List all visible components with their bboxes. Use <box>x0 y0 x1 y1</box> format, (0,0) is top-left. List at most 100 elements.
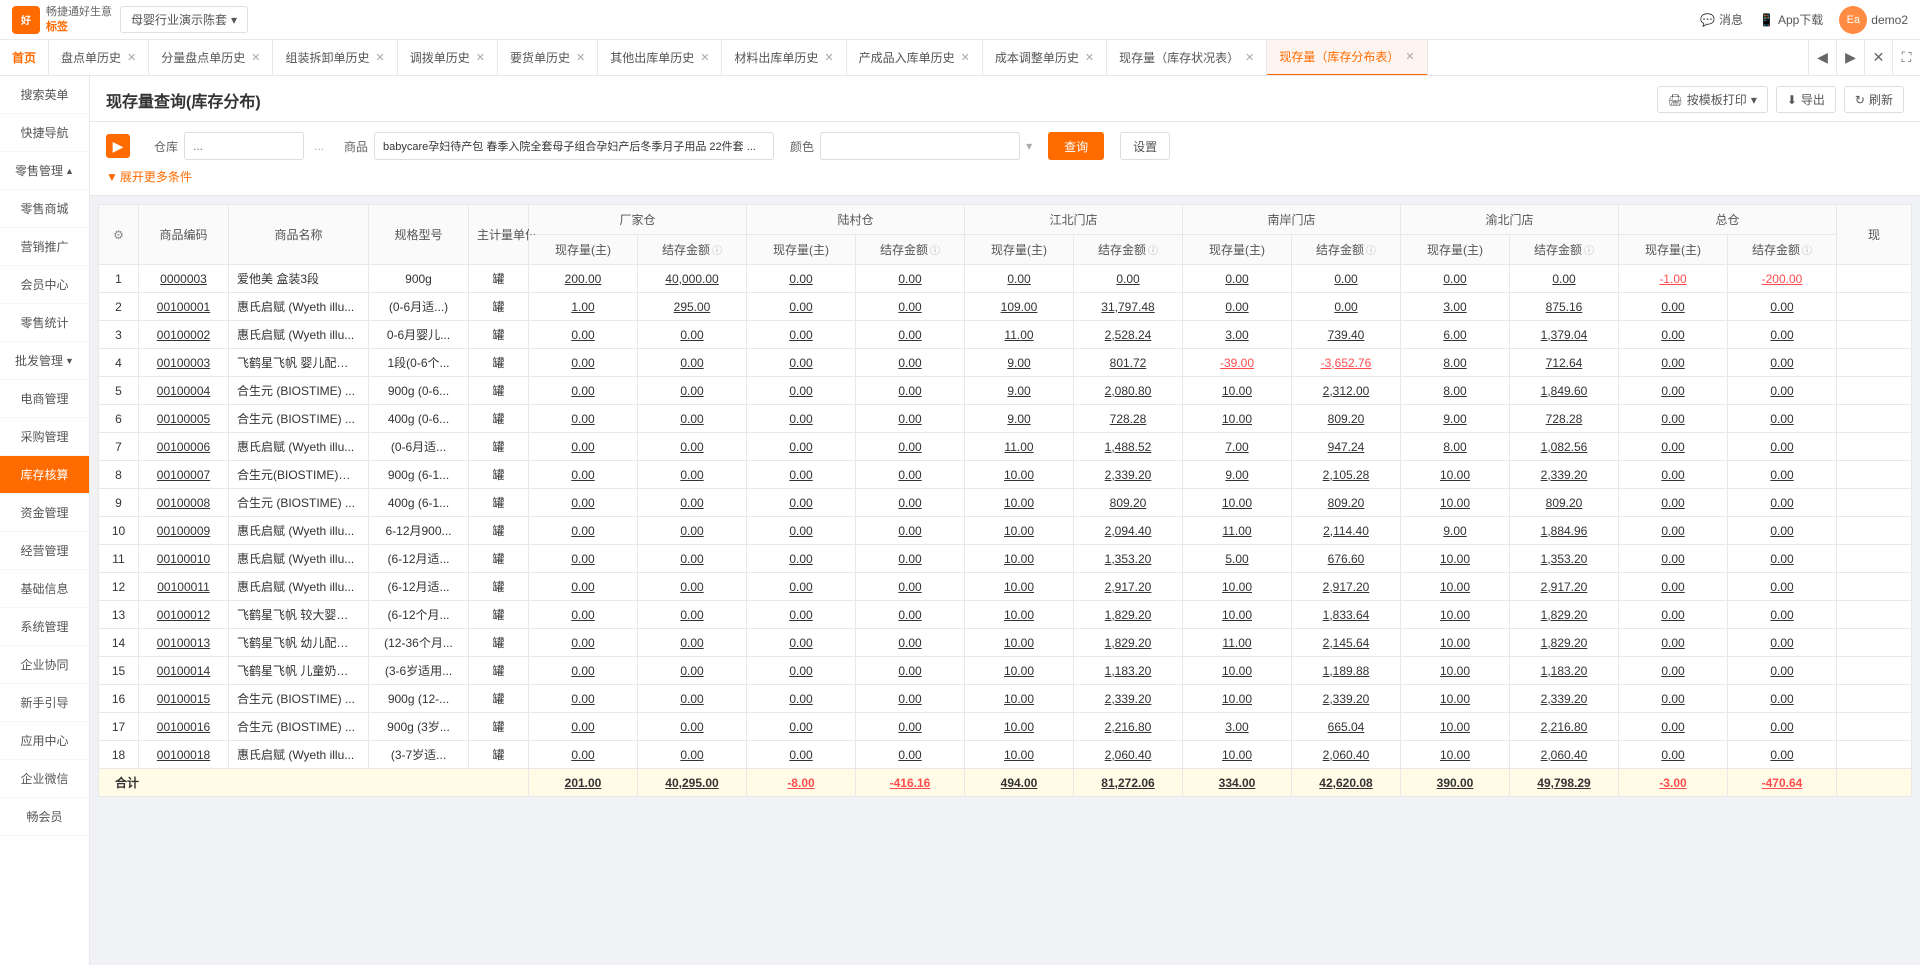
sidebar-item-app-center[interactable]: 应用中心 <box>0 722 89 760</box>
cell-lucun-amt[interactable]: 0.00 <box>856 349 965 377</box>
cell-nanan-qty[interactable]: 11.00 <box>1183 629 1292 657</box>
cell-factory-qty[interactable]: 0.00 <box>529 741 638 769</box>
cell-lucun-qty[interactable]: 0.00 <box>747 713 856 741</box>
close-icon[interactable]: ✕ <box>1085 51 1094 64</box>
tab-requisition-history[interactable]: 要货单历史 ✕ <box>498 40 598 76</box>
cell-code[interactable]: 00100009 <box>139 517 229 545</box>
cell-jiangbei-amt[interactable]: 1,353.20 <box>1074 545 1183 573</box>
cell-jiangbei-qty[interactable]: 9.00 <box>965 349 1074 377</box>
warehouse-input[interactable] <box>184 132 304 160</box>
cell-nanan-amt[interactable]: 809.20 <box>1292 405 1401 433</box>
cell-total-qty[interactable]: 0.00 <box>1619 657 1728 685</box>
cell-jiangbei-qty[interactable]: 109.00 <box>965 293 1074 321</box>
cell-total-qty[interactable]: 0.00 <box>1619 685 1728 713</box>
cell-nanan-qty[interactable]: 10.00 <box>1183 377 1292 405</box>
summary-lucun-amt[interactable]: -416.16 <box>856 769 965 797</box>
print-template-btn[interactable]: 🖨 按模板打印 ▾ <box>1657 86 1768 113</box>
cell-nanan-qty[interactable]: 10.00 <box>1183 601 1292 629</box>
sidebar-item-retail-stats[interactable]: 零售统计 <box>0 304 89 342</box>
cell-total-qty[interactable]: 0.00 <box>1619 517 1728 545</box>
cell-total-qty[interactable]: 0.00 <box>1619 489 1728 517</box>
summary-total-qty[interactable]: -3.00 <box>1619 769 1728 797</box>
cell-lucun-amt[interactable]: 0.00 <box>856 545 965 573</box>
cell-nanan-qty[interactable]: 10.00 <box>1183 405 1292 433</box>
cell-code[interactable]: 00100010 <box>139 545 229 573</box>
cell-factory-amt[interactable]: 40,000.00 <box>638 265 747 293</box>
cell-total-amt[interactable]: 0.00 <box>1728 545 1837 573</box>
cell-total-amt[interactable]: 0.00 <box>1728 741 1837 769</box>
nav-expand-btn[interactable]: ⛶ <box>1892 40 1920 76</box>
cell-code[interactable]: 00100008 <box>139 489 229 517</box>
cell-lucun-amt[interactable]: 0.00 <box>856 741 965 769</box>
cell-lucun-amt[interactable]: 0.00 <box>856 293 965 321</box>
cell-lucun-qty[interactable]: 0.00 <box>747 377 856 405</box>
col-header-gear[interactable]: ⚙ <box>99 205 139 265</box>
cell-jiangbei-amt[interactable]: 2,094.40 <box>1074 517 1183 545</box>
cell-lucun-qty[interactable]: 0.00 <box>747 489 856 517</box>
cell-jiangbei-qty[interactable]: 10.00 <box>965 713 1074 741</box>
sidebar-item-wholesale[interactable]: 批发管理▼ <box>0 342 89 380</box>
cell-code[interactable]: 00100006 <box>139 433 229 461</box>
cell-lucun-amt[interactable]: 0.00 <box>856 685 965 713</box>
cell-jiangbei-qty[interactable]: 10.00 <box>965 517 1074 545</box>
cell-total-qty[interactable]: 0.00 <box>1619 545 1728 573</box>
cell-total-qty[interactable]: 0.00 <box>1619 461 1728 489</box>
info-icon[interactable]: ⓘ <box>1802 246 1812 257</box>
cell-total-qty[interactable]: 0.00 <box>1619 293 1728 321</box>
cell-factory-amt[interactable]: 0.00 <box>638 433 747 461</box>
cell-yubei-amt[interactable]: 1,379.04 <box>1510 321 1619 349</box>
info-icon[interactable]: ⓘ <box>1366 246 1376 257</box>
sidebar-item-operations[interactable]: 经营管理 <box>0 532 89 570</box>
sidebar-item-member[interactable]: 会员中心 <box>0 266 89 304</box>
cell-nanan-amt[interactable]: -3,652.76 <box>1292 349 1401 377</box>
cell-factory-amt[interactable]: 0.00 <box>638 657 747 685</box>
cell-jiangbei-qty[interactable]: 10.00 <box>965 685 1074 713</box>
cell-code[interactable]: 00100011 <box>139 573 229 601</box>
cell-jiangbei-amt[interactable]: 728.28 <box>1074 405 1183 433</box>
tab-inventory-distribution[interactable]: 现存量（库存分布表） ✕ <box>1267 40 1427 76</box>
refresh-btn[interactable]: ↻ 刷新 <box>1844 86 1904 113</box>
goods-input[interactable] <box>374 132 774 160</box>
cell-total-qty[interactable]: 0.00 <box>1619 629 1728 657</box>
setting-btn[interactable]: 设置 <box>1120 132 1170 160</box>
cell-code[interactable]: 00100015 <box>139 685 229 713</box>
cell-nanan-qty[interactable]: 10.00 <box>1183 489 1292 517</box>
cell-factory-amt[interactable]: 0.00 <box>638 405 747 433</box>
cell-jiangbei-qty[interactable]: 10.00 <box>965 573 1074 601</box>
info-icon[interactable]: ⓘ <box>930 246 940 257</box>
cell-jiangbei-amt[interactable]: 1,829.20 <box>1074 629 1183 657</box>
nav-next-btn[interactable]: ▶ <box>1836 40 1864 76</box>
cell-code[interactable]: 00100018 <box>139 741 229 769</box>
cell-nanan-amt[interactable]: 2,114.40 <box>1292 517 1401 545</box>
cell-jiangbei-qty[interactable]: 10.00 <box>965 545 1074 573</box>
tab-finished-goods-history[interactable]: 产成品入库单历史 ✕ <box>847 40 983 76</box>
cell-nanan-amt[interactable]: 2,105.28 <box>1292 461 1401 489</box>
cell-nanan-amt[interactable]: 2,060.40 <box>1292 741 1401 769</box>
cell-total-qty[interactable]: 0.00 <box>1619 573 1728 601</box>
cell-lucun-qty[interactable]: 0.00 <box>747 349 856 377</box>
cell-factory-qty[interactable]: 0.00 <box>529 545 638 573</box>
cell-total-amt[interactable]: 0.00 <box>1728 377 1837 405</box>
cell-nanan-qty[interactable]: 9.00 <box>1183 461 1292 489</box>
sidebar-item-marketing[interactable]: 营销推广 <box>0 228 89 266</box>
cell-factory-amt[interactable]: 0.00 <box>638 713 747 741</box>
cell-jiangbei-amt[interactable]: 809.20 <box>1074 489 1183 517</box>
sidebar-item-purchase[interactable]: 采购管理 <box>0 418 89 456</box>
cell-nanan-amt[interactable]: 2,917.20 <box>1292 573 1401 601</box>
cell-yubei-qty[interactable]: 10.00 <box>1401 657 1510 685</box>
cell-jiangbei-qty[interactable]: 10.00 <box>965 461 1074 489</box>
user-menu[interactable]: Ea demo2 <box>1839 6 1908 34</box>
cell-total-qty[interactable]: 0.00 <box>1619 321 1728 349</box>
cell-factory-qty[interactable]: 0.00 <box>529 405 638 433</box>
cell-yubei-amt[interactable]: 2,060.40 <box>1510 741 1619 769</box>
cell-jiangbei-qty[interactable]: 10.00 <box>965 657 1074 685</box>
cell-nanan-qty[interactable]: 3.00 <box>1183 713 1292 741</box>
cell-lucun-qty[interactable]: 0.00 <box>747 601 856 629</box>
cell-total-amt[interactable]: 0.00 <box>1728 601 1837 629</box>
cell-lucun-qty[interactable]: 0.00 <box>747 405 856 433</box>
cell-factory-amt[interactable]: 0.00 <box>638 545 747 573</box>
cell-code[interactable]: 00100016 <box>139 713 229 741</box>
cell-lucun-amt[interactable]: 0.00 <box>856 713 965 741</box>
cell-total-qty[interactable]: 0.00 <box>1619 713 1728 741</box>
cell-lucun-amt[interactable]: 0.00 <box>856 573 965 601</box>
